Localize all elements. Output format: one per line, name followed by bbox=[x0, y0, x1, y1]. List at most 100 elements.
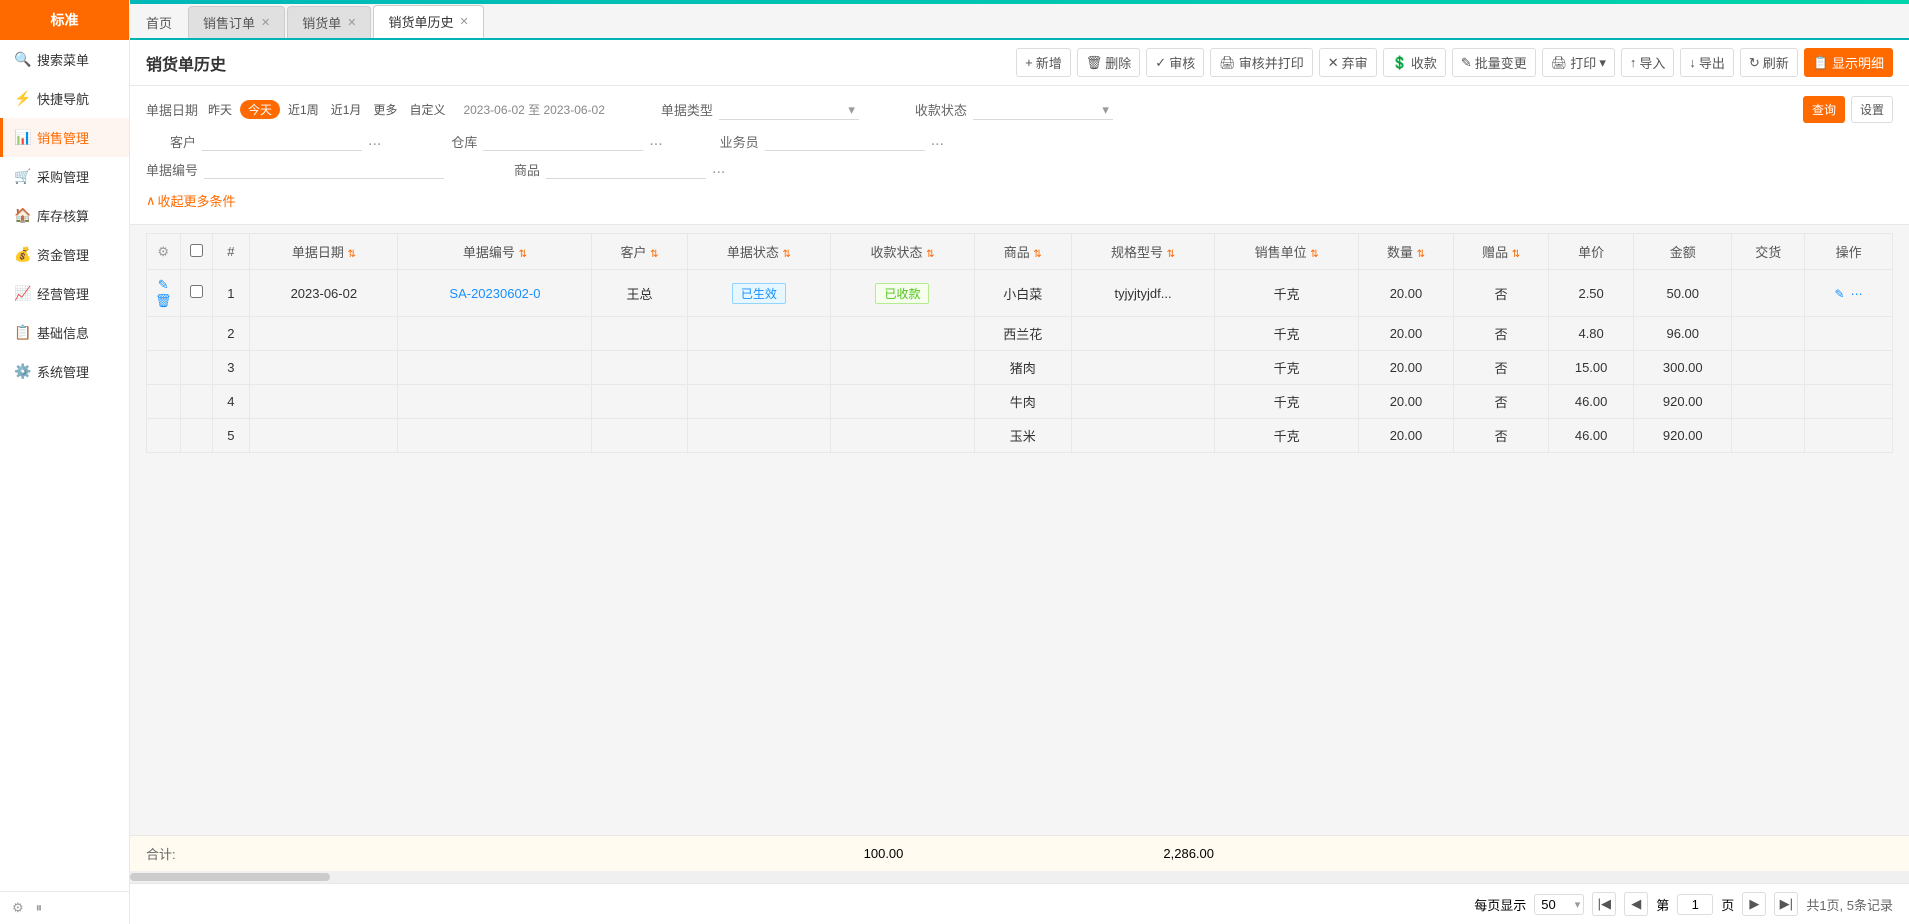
sidebar-item-label: 采购管理 bbox=[37, 167, 89, 186]
delete-button[interactable]: 🗑 删除 bbox=[1077, 48, 1141, 77]
shortcut-last30[interactable]: 近1月 bbox=[327, 100, 366, 119]
abandon-button[interactable]: ✕ 弃审 bbox=[1319, 48, 1377, 77]
tab-home[interactable]: 首页 bbox=[130, 7, 188, 38]
th-doc-status[interactable]: 单据状态 ⇅ bbox=[687, 234, 831, 270]
customer-input[interactable] bbox=[202, 131, 362, 151]
import-button[interactable]: ↑ 导入 bbox=[1621, 48, 1675, 77]
sort-customer-icon[interactable]: ⇅ bbox=[650, 249, 658, 260]
page-first-btn[interactable]: |◀ bbox=[1592, 892, 1616, 916]
td-unit: 千克 bbox=[1215, 317, 1359, 351]
sort-doc-no-icon[interactable]: ⇅ bbox=[519, 249, 527, 260]
settings-gear-icon[interactable]: ⚙ bbox=[157, 244, 169, 259]
row-edit-icon[interactable]: ✎ bbox=[158, 277, 169, 292]
sort-unit-icon[interactable]: ⇅ bbox=[1310, 249, 1318, 260]
doc-no-link[interactable]: SA-20230602-0 bbox=[449, 286, 540, 301]
goods-dots-btn[interactable]: ... bbox=[712, 161, 725, 177]
staff-input[interactable] bbox=[765, 131, 925, 151]
staff-dots-btn[interactable]: ... bbox=[931, 133, 944, 149]
hscroll-thumb[interactable] bbox=[130, 873, 330, 881]
sort-doc-status-icon[interactable]: ⇅ bbox=[783, 249, 791, 260]
th-settings[interactable]: ⚙ bbox=[147, 234, 181, 270]
query-button[interactable]: 查询 bbox=[1803, 96, 1845, 123]
page-size-select[interactable]: 50 10 20 100 bbox=[1534, 894, 1584, 915]
th-quantity[interactable]: 数量 ⇅ bbox=[1358, 234, 1453, 270]
sort-payment-status-icon[interactable]: ⇅ bbox=[926, 249, 934, 260]
td-action bbox=[1805, 385, 1893, 419]
sidebar-item-quick-nav[interactable]: ⚡ 快捷导航 bbox=[0, 79, 129, 118]
sort-goods-icon[interactable]: ⇅ bbox=[1033, 249, 1041, 260]
tab-sales-order[interactable]: 销售订单 ✕ bbox=[188, 6, 285, 38]
action-edit[interactable]: ✎ bbox=[1835, 287, 1845, 301]
print-button[interactable]: 🖨 打印 ▾ bbox=[1542, 48, 1615, 77]
row-checkbox[interactable] bbox=[190, 285, 203, 298]
th-gift[interactable]: 赠品 ⇅ bbox=[1454, 234, 1549, 270]
filter-area: 单据日期 昨天 今天 近1周 近1月 更多 自定义 2023-06-02 至 2… bbox=[130, 86, 1909, 225]
sidebar-item-basic-info[interactable]: 📋 基础信息 bbox=[0, 313, 129, 352]
collect-button[interactable]: 💲 收款 bbox=[1383, 48, 1446, 77]
select-all-checkbox[interactable] bbox=[190, 244, 203, 257]
tab-close-sales-history[interactable]: ✕ bbox=[460, 15, 469, 28]
sidebar-item-system-mgmt[interactable]: ⚙️ 系统管理 bbox=[0, 352, 129, 391]
tab-sales-history[interactable]: 销货单历史 ✕ bbox=[373, 5, 483, 38]
warehouse-dots-btn[interactable]: ... bbox=[649, 133, 662, 149]
th-doc-date[interactable]: 单据日期 ⇅ bbox=[250, 234, 398, 270]
page-last-btn[interactable]: ▶| bbox=[1774, 892, 1798, 916]
page-input[interactable] bbox=[1677, 894, 1713, 915]
tab-sales-goods[interactable]: 销货单 ✕ bbox=[287, 6, 371, 38]
staff-label: 业务员 bbox=[709, 132, 759, 151]
shortcut-today[interactable]: 今天 bbox=[240, 100, 280, 119]
horizontal-scrollbar[interactable] bbox=[130, 871, 1909, 883]
sidebar-item-finance[interactable]: 💰 资金管理 bbox=[0, 235, 129, 274]
page-prev-btn[interactable]: ◀ bbox=[1624, 892, 1648, 916]
td-unit: 千克 bbox=[1215, 419, 1359, 453]
sort-gift-icon[interactable]: ⇅ bbox=[1512, 249, 1520, 260]
doc-type-select[interactable] bbox=[719, 100, 859, 120]
export-button[interactable]: ↓ 导出 bbox=[1680, 48, 1734, 77]
batch-change-button[interactable]: ✎ 批量变更 bbox=[1452, 48, 1536, 77]
settings-filter-button[interactable]: 设置 bbox=[1851, 96, 1893, 123]
shortcut-more[interactable]: 更多 bbox=[369, 100, 401, 119]
th-spec[interactable]: 规格型号 ⇅ bbox=[1071, 234, 1215, 270]
audit-button[interactable]: ✓ 审核 bbox=[1146, 48, 1204, 77]
sort-quantity-icon[interactable]: ⇅ bbox=[1417, 249, 1425, 260]
pause-icon[interactable]: ⏸ bbox=[36, 900, 43, 916]
sidebar-item-search-menu[interactable]: 🔍 搜索菜单 bbox=[0, 40, 129, 79]
trending-icon: 📈 bbox=[15, 286, 31, 302]
show-detail-button[interactable]: 📋 显示明细 bbox=[1804, 48, 1893, 77]
sidebar-item-sales-mgmt[interactable]: 📊 销售管理 bbox=[0, 118, 129, 157]
sort-doc-date-icon[interactable]: ⇅ bbox=[347, 249, 355, 260]
docno-input[interactable] bbox=[204, 159, 444, 179]
filter-row-3: 单据编号 商品 ... bbox=[146, 159, 1893, 179]
th-customer[interactable]: 客户 ⇅ bbox=[592, 234, 687, 270]
sort-spec-icon[interactable]: ⇅ bbox=[1167, 249, 1175, 260]
payment-status-select[interactable] bbox=[973, 100, 1113, 120]
th-doc-no[interactable]: 单据编号 ⇅ bbox=[398, 234, 592, 270]
new-button[interactable]: + 新增 bbox=[1016, 48, 1071, 77]
settings-bottom-icon[interactable]: ⚙ bbox=[12, 900, 24, 916]
sidebar-item-inventory[interactable]: 🏠 库存核算 bbox=[0, 196, 129, 235]
refresh-button[interactable]: ↻ 刷新 bbox=[1740, 48, 1798, 77]
shortcut-yesterday[interactable]: 昨天 bbox=[204, 100, 236, 119]
page-next-btn[interactable]: ▶ bbox=[1742, 892, 1766, 916]
th-unit[interactable]: 销售单位 ⇅ bbox=[1215, 234, 1359, 270]
sidebar-item-label: 资金管理 bbox=[37, 245, 89, 264]
goods-input[interactable] bbox=[546, 159, 706, 179]
abandon-icon: ✕ bbox=[1328, 55, 1339, 71]
customer-dots-btn[interactable]: ... bbox=[368, 133, 381, 149]
th-check[interactable] bbox=[180, 234, 212, 270]
td-quantity: 20.00 bbox=[1358, 317, 1453, 351]
audit-print-button[interactable]: 🖨 审核并打印 bbox=[1210, 48, 1313, 77]
collapse-button[interactable]: ∧ 收起更多条件 bbox=[146, 187, 1893, 214]
sidebar-item-operations[interactable]: 📈 经营管理 bbox=[0, 274, 129, 313]
th-goods[interactable]: 商品 ⇅ bbox=[974, 234, 1071, 270]
row-delete-icon[interactable]: 🗑 bbox=[155, 293, 172, 308]
tab-close-sales-order[interactable]: ✕ bbox=[261, 16, 270, 29]
action-more[interactable]: ⋯ bbox=[1851, 287, 1863, 301]
tab-close-sales-goods[interactable]: ✕ bbox=[347, 16, 356, 29]
shortcut-last7[interactable]: 近1周 bbox=[284, 100, 323, 119]
sidebar-item-purchase-mgmt[interactable]: 🛒 采购管理 bbox=[0, 157, 129, 196]
shortcut-custom[interactable]: 自定义 bbox=[405, 100, 449, 119]
table-container: ⚙ # 单据日期 ⇅ 单据编号 ⇅ 客户 bbox=[130, 225, 1909, 835]
warehouse-input[interactable] bbox=[483, 131, 643, 151]
th-payment-status[interactable]: 收款状态 ⇅ bbox=[831, 234, 975, 270]
